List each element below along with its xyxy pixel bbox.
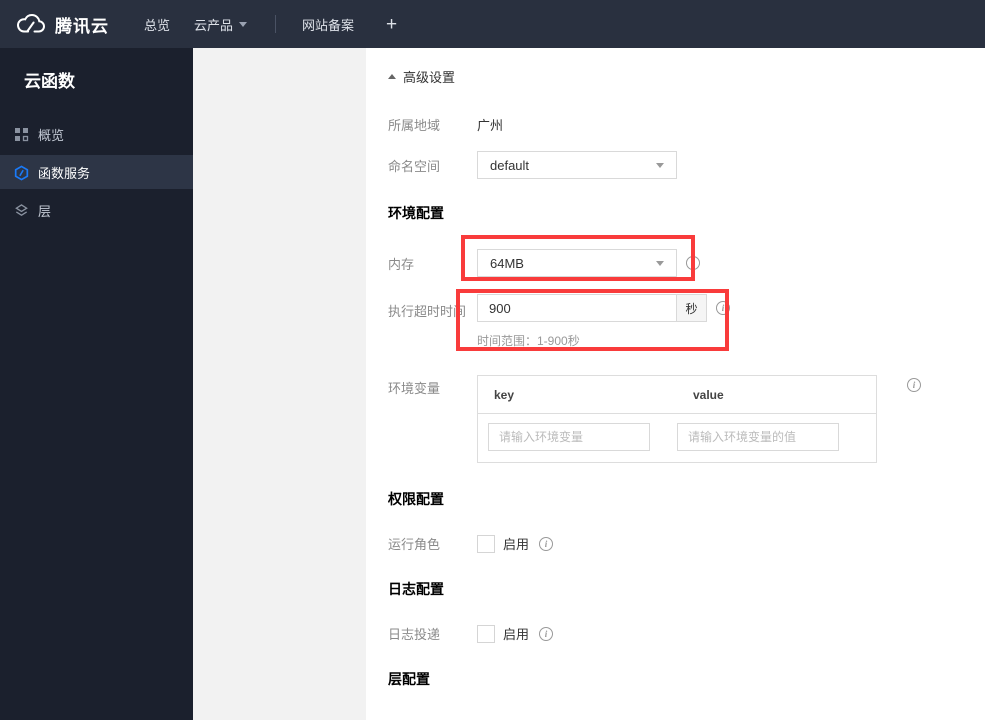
env-key-cell (488, 423, 677, 451)
layers-icon (14, 203, 29, 218)
env-value-input[interactable] (677, 423, 839, 451)
env-vars-header: key value (478, 376, 876, 414)
env-vars-table: key value (477, 375, 877, 463)
cloud-logo-icon (14, 12, 46, 36)
nav-beian[interactable]: 网站备案 (302, 15, 354, 34)
tencent-cloud-logo[interactable]: 腾讯云 (14, 12, 109, 37)
content-gutter (193, 48, 366, 720)
timeout-hint: 时间范围：1-900秒 (477, 334, 580, 348)
sidebar-item-function-service[interactable]: 函数服务 (0, 155, 193, 189)
nav-overview[interactable]: 总览 (144, 15, 170, 34)
log-delivery-row: 日志投递 启用 i (388, 624, 965, 643)
chevron-down-icon (239, 21, 248, 27)
nav-divider (275, 15, 277, 33)
sidebar-item-layers[interactable]: 层 (0, 193, 193, 227)
memory-control: 64MB i (461, 235, 700, 281)
add-tab-button[interactable]: + (386, 15, 397, 34)
chevron-down-icon (656, 260, 664, 266)
sidebar-item-label: 层 (38, 203, 52, 219)
log-delivery-enable-label: 启用 (503, 627, 530, 642)
timeout-row: 执行超时时间 秒 i 时间范围：1-900秒 (388, 289, 965, 351)
advanced-settings-toggle[interactable]: 高级设置 (388, 67, 965, 86)
env-vars-info-icon[interactable]: i (907, 378, 921, 392)
region-row: 所属地域 广州 (388, 115, 965, 134)
memory-row: 内存 64MB i (388, 235, 965, 281)
section-permission-config: 权限配置 (388, 491, 444, 507)
function-hexagon-icon (14, 164, 29, 181)
log-delivery-label: 日志投递 (388, 627, 441, 642)
section-env-config: 环境配置 (388, 205, 444, 221)
run-role-row: 运行角色 启用 i (388, 534, 965, 553)
namespace-select[interactable]: default (477, 151, 677, 179)
run-role-label: 运行角色 (388, 537, 441, 552)
run-role-checkbox[interactable] (477, 534, 495, 553)
namespace-row: 命名空间 default (388, 151, 965, 179)
topbar: 腾讯云 总览 云产品 网站备案 + (0, 0, 985, 48)
sidebar: 云函数 概览 函数服务 层 (0, 48, 193, 720)
timeout-label: 执行超时时间 (388, 304, 467, 319)
env-vars-row: 环境变量 key value i (388, 375, 965, 463)
memory-selected-value: 64MB (490, 255, 524, 271)
brand-name: 腾讯云 (55, 16, 109, 36)
timeout-input[interactable] (477, 294, 677, 322)
sidebar-item-label: 概览 (38, 127, 65, 143)
collapse-arrow-icon (388, 74, 396, 79)
env-vars-label: 环境变量 (388, 381, 441, 396)
sidebar-item-label: 函数服务 (38, 165, 91, 181)
settings-panel: 高级设置 所属地域 广州 命名空间 default 环境配置 内存 64MB i (366, 48, 985, 720)
timeout-control: 秒 i 时间范围：1-900秒 (456, 289, 730, 351)
topbar-nav: 总览 云产品 网站备案 + (144, 15, 397, 34)
section-log-config: 日志配置 (388, 581, 444, 597)
memory-select[interactable]: 64MB (477, 249, 677, 277)
env-key-input[interactable] (488, 423, 650, 451)
memory-info-icon[interactable]: i (686, 256, 700, 270)
chevron-down-icon (656, 162, 664, 168)
sidebar-title: 云函数 (24, 72, 75, 91)
region-label: 所属地域 (388, 118, 441, 133)
section-layer-config: 层配置 (388, 671, 430, 687)
namespace-label: 命名空间 (388, 158, 441, 174)
env-vars-input-row (478, 414, 876, 462)
region-value: 广州 (477, 118, 504, 133)
timeout-input-group: 秒 (477, 294, 707, 322)
sidebar-nav: 概览 函数服务 层 (0, 117, 193, 227)
env-value-header: value (693, 388, 724, 402)
nav-products[interactable]: 云产品 (194, 15, 248, 34)
grid-icon (14, 127, 29, 142)
run-role-enable-label: 启用 (503, 537, 530, 552)
log-delivery-checkbox[interactable] (477, 624, 495, 643)
namespace-selected-value: default (490, 157, 530, 173)
env-key-header: key (494, 388, 515, 402)
env-value-cell (677, 423, 866, 451)
memory-label: 内存 (388, 256, 415, 272)
advanced-settings-label: 高级设置 (403, 70, 456, 85)
log-delivery-info-icon[interactable]: i (539, 626, 554, 641)
run-role-info-icon[interactable]: i (539, 536, 554, 551)
timeout-unit: 秒 (677, 294, 707, 322)
timeout-info-icon[interactable]: i (716, 301, 730, 315)
sidebar-item-overview[interactable]: 概览 (0, 117, 193, 151)
